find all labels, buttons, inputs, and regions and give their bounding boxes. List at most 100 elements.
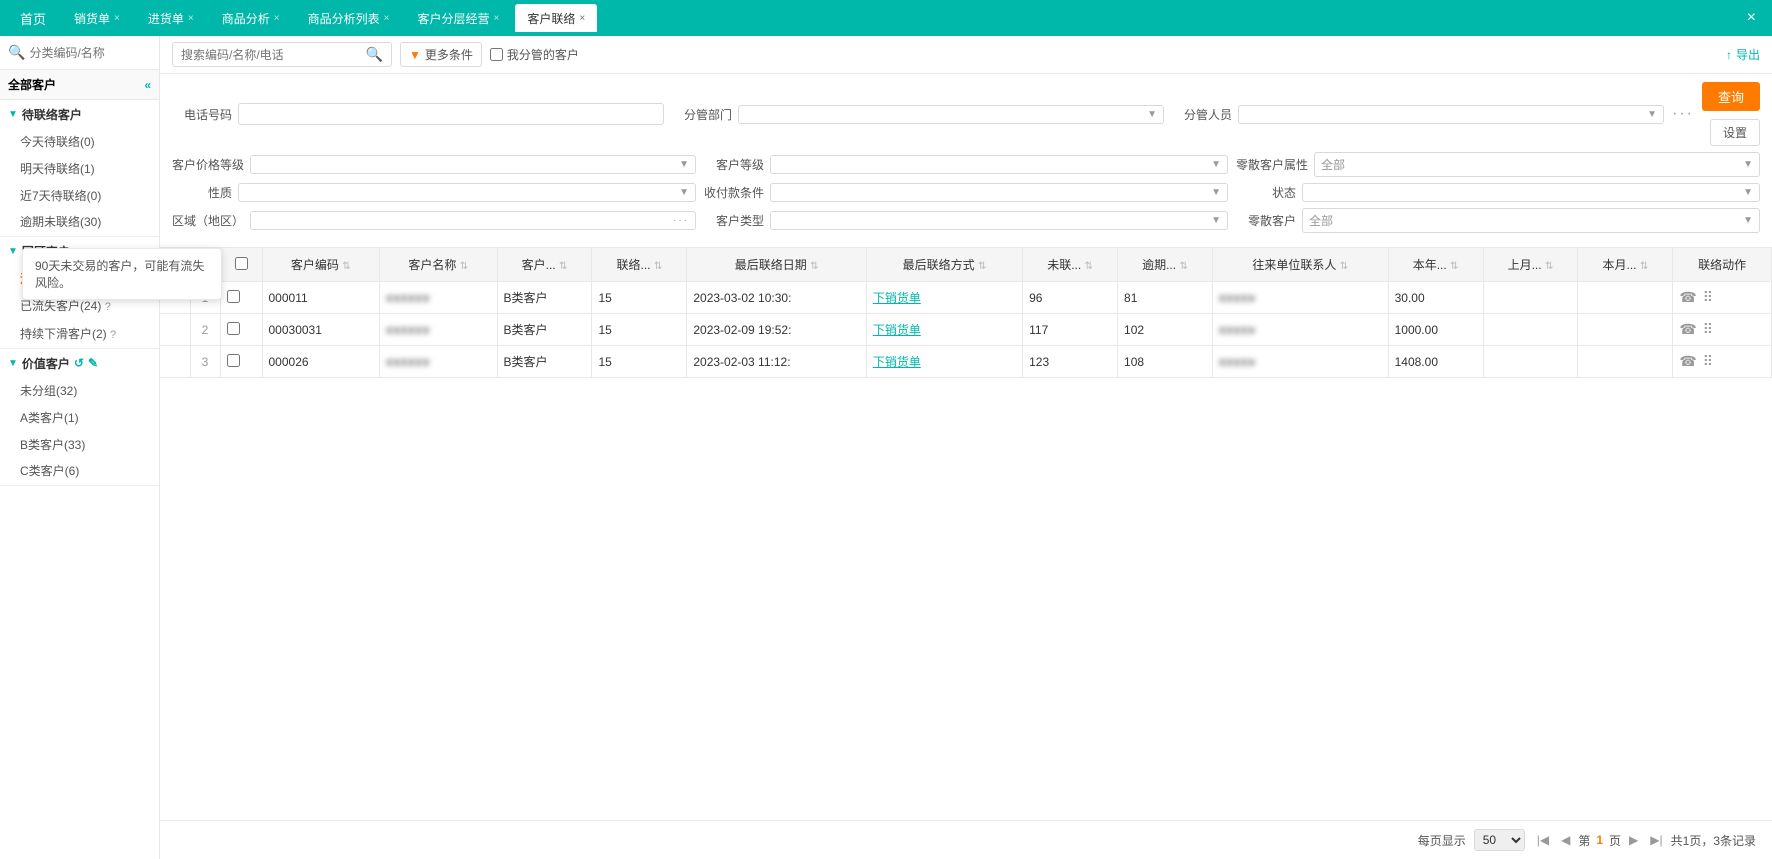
- retail-attr-select[interactable]: 全部 ▼: [1314, 152, 1760, 177]
- level-select[interactable]: ▼: [770, 155, 1228, 174]
- sidebar-value-label: 价值客户: [22, 355, 70, 372]
- row-overdue-1: 102: [1118, 314, 1213, 346]
- nav-tab-analysis-list-close[interactable]: ×: [384, 13, 390, 24]
- nav-tab-analysis[interactable]: 商品分析 ×: [210, 4, 292, 32]
- my-customers-checkbox[interactable]: [490, 48, 503, 61]
- retail-customer-label: 零散客户: [1236, 212, 1296, 229]
- settings-button[interactable]: 设置: [1710, 119, 1760, 146]
- th-name[interactable]: 客户名称 ⇅: [380, 248, 498, 282]
- contact-way-link-0[interactable]: 下销货单: [873, 291, 921, 305]
- adv-dots-1[interactable]: ···: [1672, 105, 1694, 123]
- th-code[interactable]: 客户编码 ⇅: [262, 248, 380, 282]
- status-select[interactable]: ▼: [1302, 183, 1760, 202]
- row-way-2[interactable]: 下销货单: [866, 346, 1022, 378]
- sidebar-item-c-class[interactable]: C类客户(6): [0, 458, 159, 485]
- sidebar-item-declining[interactable]: 持续下滑客户(2) ?: [0, 321, 159, 348]
- more-conditions-button[interactable]: ▼ 更多条件: [400, 42, 482, 67]
- row-select-0[interactable]: [227, 290, 240, 303]
- sidebar-search-input[interactable]: [29, 46, 160, 60]
- search-input[interactable]: [181, 48, 362, 62]
- adv-filter-row-1: 电话号码 分管部门 ▼ 分管人员 ▼ ···: [172, 82, 1760, 146]
- th-this-month[interactable]: 本月... ⇅: [1578, 248, 1673, 282]
- contact-way-link-1[interactable]: 下销货单: [873, 323, 921, 337]
- payment-select[interactable]: ▼: [770, 183, 1228, 202]
- action-more-icon-0[interactable]: ⠿: [1703, 289, 1713, 306]
- contact-way-link-2[interactable]: 下销货单: [873, 355, 921, 369]
- search-submit-icon[interactable]: 🔍: [366, 46, 383, 63]
- nav-tab-purchase-close[interactable]: ×: [188, 13, 194, 24]
- nav-tab-sales-close[interactable]: ×: [114, 13, 120, 24]
- edit-icon[interactable]: ✎: [88, 356, 98, 370]
- region-dots[interactable]: ···: [673, 215, 689, 226]
- nav-tab-purchase[interactable]: 进货单 ×: [136, 4, 206, 32]
- query-button[interactable]: 查询: [1702, 82, 1760, 111]
- th-this-year[interactable]: 本年... ⇅: [1388, 248, 1483, 282]
- nav-tab-analysis-list-label: 商品分析列表: [308, 10, 380, 27]
- nav-tab-customer-tier[interactable]: 客户分层经营 ×: [405, 4, 511, 32]
- nav-tab-analysis-list[interactable]: 商品分析列表 ×: [296, 4, 402, 32]
- last-page-btn[interactable]: ▶|: [1646, 831, 1666, 849]
- window-close-button[interactable]: ×: [1739, 9, 1764, 27]
- pagination: |◀ ◀ 第 1 页 ▶ ▶| 共1页，3条记录: [1533, 831, 1756, 849]
- customer-type-label: 客户类型: [704, 212, 764, 229]
- adv-field-payment: 收付款条件 ▼: [704, 183, 1228, 202]
- total-records: 共1页，3条记录: [1671, 832, 1756, 849]
- adv-field-retail-attr: 零散客户属性 全部 ▼: [1236, 152, 1760, 177]
- th-last-way[interactable]: 最后联络方式 ⇅: [866, 248, 1022, 282]
- nav-tab-customer-contact-close[interactable]: ×: [579, 13, 585, 24]
- action-contact-icon-1[interactable]: ☎: [1679, 321, 1696, 338]
- manager-select[interactable]: ▼: [1238, 105, 1664, 124]
- th-type[interactable]: 客户... ⇅: [497, 248, 592, 282]
- level-label: 客户等级: [704, 156, 764, 173]
- retail-customer-select[interactable]: 全部 ▼: [1302, 208, 1760, 233]
- nav-tab-customer-contact[interactable]: 客户联络 ×: [515, 4, 597, 32]
- th-last-date[interactable]: 最后联络日期 ⇅: [687, 248, 866, 282]
- row-select-2[interactable]: [227, 354, 240, 367]
- row-num-1: 2: [190, 314, 220, 346]
- dept-select[interactable]: ▼: [738, 105, 1164, 124]
- th-no-contact[interactable]: 未联... ⇅: [1023, 248, 1118, 282]
- refresh-icon[interactable]: ↺: [74, 356, 84, 370]
- row-type-0: B类客户: [497, 282, 592, 314]
- row-select-1[interactable]: [227, 322, 240, 335]
- prev-page-btn[interactable]: ◀: [1557, 831, 1574, 849]
- nav-home[interactable]: 首页: [8, 9, 58, 28]
- first-page-btn[interactable]: |◀: [1533, 831, 1553, 849]
- row-way-0[interactable]: 下销货单: [866, 282, 1022, 314]
- th-contact[interactable]: 联络... ⇅: [592, 248, 687, 282]
- export-button[interactable]: ↑ 导出: [1726, 46, 1760, 63]
- sidebar-item-tomorrow[interactable]: 明天待联络(1): [0, 156, 159, 183]
- sort-nocontact-icon: ⇅: [1085, 261, 1093, 272]
- region-select[interactable]: ···: [250, 211, 696, 230]
- gender-select[interactable]: ▼: [238, 183, 696, 202]
- sidebar-all-customers-header[interactable]: 全部客户 «: [0, 70, 159, 100]
- sidebar-pending-title[interactable]: ▼ 待联络客户: [0, 100, 159, 129]
- my-customers-checkbox-label[interactable]: 我分管的客户: [490, 46, 579, 63]
- nav-tab-sales[interactable]: 销货单 ×: [62, 4, 132, 32]
- sidebar-item-today[interactable]: 今天待联络(0): [0, 129, 159, 156]
- sidebar-collapse-icon[interactable]: «: [144, 78, 151, 92]
- phone-input[interactable]: [238, 103, 664, 125]
- th-unit-contact[interactable]: 往来单位联系人 ⇅: [1212, 248, 1388, 282]
- sidebar-item-7days[interactable]: 近7天待联络(0): [0, 183, 159, 210]
- action-contact-icon-2[interactable]: ☎: [1679, 353, 1696, 370]
- sidebar-item-a-class[interactable]: A类客户(1): [0, 405, 159, 432]
- select-all-checkbox[interactable]: [235, 257, 248, 270]
- gender-arrow: ▼: [679, 187, 689, 198]
- sidebar-item-overdue[interactable]: 逾期未联络(30): [0, 209, 159, 236]
- page-size-select[interactable]: 50 100: [1474, 829, 1525, 851]
- action-more-icon-1[interactable]: ⠿: [1703, 321, 1713, 338]
- th-overdue[interactable]: 逾期... ⇅: [1118, 248, 1213, 282]
- action-contact-icon-0[interactable]: ☎: [1679, 289, 1696, 306]
- th-last-month[interactable]: 上月... ⇅: [1483, 248, 1578, 282]
- sidebar-value-title[interactable]: ▼ 价值客户 ↺ ✎: [0, 349, 159, 378]
- sidebar-item-b-class[interactable]: B类客户(33): [0, 432, 159, 459]
- customer-type-select[interactable]: ▼: [770, 211, 1228, 230]
- nav-tab-analysis-close[interactable]: ×: [274, 13, 280, 24]
- price-level-select[interactable]: ▼: [250, 155, 696, 174]
- sidebar-item-ungroup[interactable]: 未分组(32): [0, 378, 159, 405]
- row-way-1[interactable]: 下销货单: [866, 314, 1022, 346]
- nav-tab-customer-tier-close[interactable]: ×: [493, 13, 499, 24]
- action-more-icon-2[interactable]: ⠿: [1703, 353, 1713, 370]
- next-page-btn[interactable]: ▶: [1625, 831, 1642, 849]
